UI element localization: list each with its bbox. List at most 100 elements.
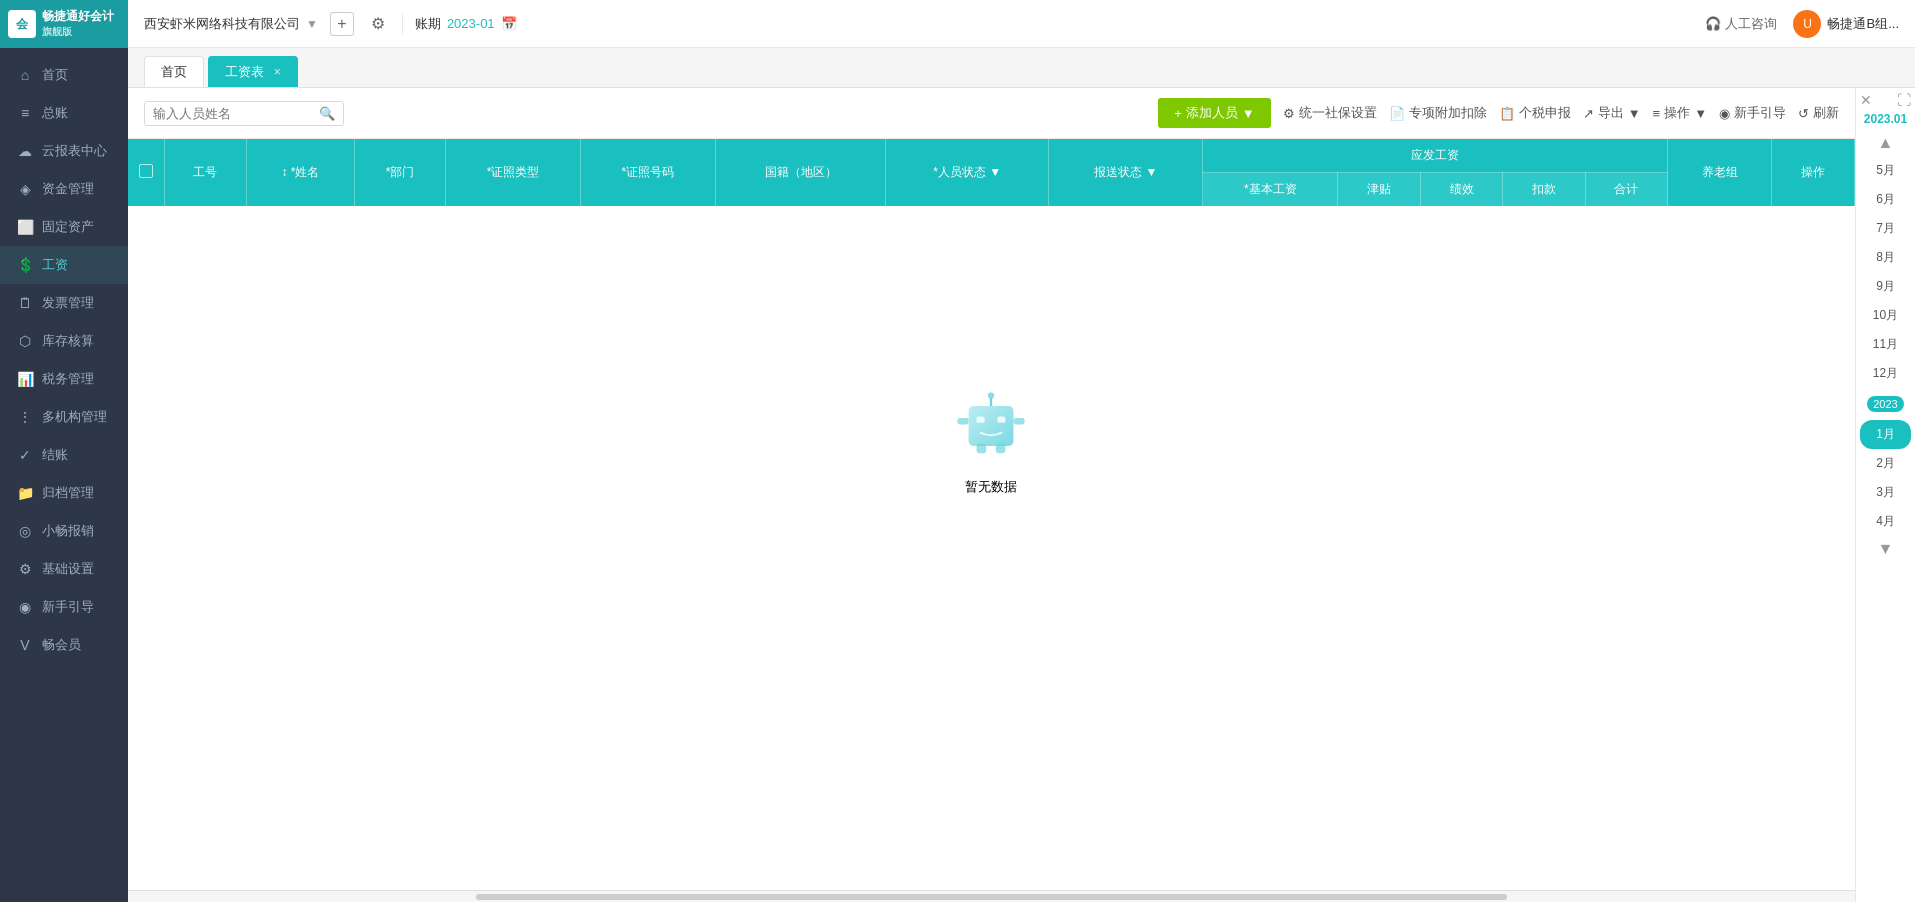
month-2022-05[interactable]: 5月: [1856, 156, 1915, 185]
table-body: 暂无数据: [128, 206, 1855, 676]
empty-illustration: [951, 386, 1031, 466]
add-person-label: 添加人员: [1186, 104, 1238, 122]
logo-title: 畅捷通好会计: [42, 9, 114, 25]
date-nav-down-button[interactable]: ▼: [1874, 536, 1898, 562]
tab-home[interactable]: 首页: [144, 56, 204, 87]
invoice-icon: 🗒: [16, 295, 34, 311]
date-nav-up-button[interactable]: ▲: [1874, 130, 1898, 156]
sidebar-item-fixed-assets[interactable]: ⬜ 固定资产: [0, 208, 128, 246]
add-company-button[interactable]: +: [330, 12, 354, 36]
sidebar-item-closing-label: 结账: [42, 446, 68, 464]
tax-icon: 📊: [16, 371, 34, 387]
avatar: U: [1793, 10, 1821, 38]
user-name: 畅捷通B组...: [1827, 15, 1899, 33]
select-all-checkbox[interactable]: [139, 164, 153, 178]
service-button[interactable]: 🎧 人工咨询: [1705, 15, 1777, 33]
month-2022-08[interactable]: 8月: [1856, 243, 1915, 272]
tab-salary-table[interactable]: 工资表 ×: [208, 56, 298, 87]
svg-rect-0: [969, 406, 1014, 446]
sidebar-logo: 会 畅捷通好会计 旗舰版: [0, 0, 128, 48]
sidebar-item-ledger[interactable]: ≡ 总账: [0, 94, 128, 132]
company-settings-button[interactable]: ⚙: [366, 12, 390, 36]
social-insurance-label: 统一社保设置: [1299, 104, 1377, 122]
topbar-divider: [402, 14, 403, 34]
guide-label: 新手引导: [1734, 104, 1786, 122]
th-employee-id: 工号: [164, 139, 246, 206]
horizontal-scrollbar[interactable]: [128, 890, 1855, 902]
sidebar-item-multi-org[interactable]: ⋮ 多机构管理: [0, 398, 128, 436]
calendar-icon[interactable]: 📅: [501, 16, 517, 31]
sidebar-item-cloud-report[interactable]: ☁ 云报表中心: [0, 132, 128, 170]
page-content: 🔍 + 添加人员 ▼ ⚙ 统一社保设置 📄 专项附加扣除: [128, 88, 1915, 902]
sidebar-item-home[interactable]: ⌂ 首页: [0, 56, 128, 94]
th-actions: 操作: [1772, 139, 1855, 206]
search-input[interactable]: [153, 106, 313, 121]
special-deduction-action[interactable]: 📄 专项附加扣除: [1389, 104, 1487, 122]
month-2022-10[interactable]: 10月: [1856, 301, 1915, 330]
toolbar: 🔍 + 添加人员 ▼ ⚙ 统一社保设置 📄 专项附加扣除: [128, 88, 1855, 139]
sidebar-item-closing[interactable]: ✓ 结账: [0, 436, 128, 474]
search-wrap: 🔍: [144, 101, 344, 126]
expand-panel-button[interactable]: ⛶: [1897, 92, 1911, 108]
salary-icon: 💲: [16, 257, 34, 273]
topbar: 西安虾米网络科技有限公司 ▼ + ⚙ 账期 2023-01 📅 🎧 人工咨询 U…: [128, 0, 1915, 48]
ledger-icon: ≡: [16, 105, 34, 121]
table-container: 工号 ↕ *姓名 *部门 *证照类型 *证照号码 国籍（地区） *人员状态 ▼: [128, 139, 1855, 890]
sidebar: 会 畅捷通好会计 旗舰版 ⌂ 首页 ≡ 总账 ☁ 云报表中心 ◈ 资金管理 ⬜ …: [0, 0, 128, 902]
month-2022-06[interactable]: 6月: [1856, 185, 1915, 214]
guide-icon: ◉: [1719, 106, 1730, 121]
add-person-button[interactable]: + 添加人员 ▼: [1158, 98, 1270, 128]
svg-rect-7: [958, 418, 969, 424]
refresh-action[interactable]: ↺ 刷新: [1798, 104, 1839, 122]
guide-action[interactable]: ◉ 新手引导: [1719, 104, 1786, 122]
operations-label: 操作: [1664, 104, 1690, 122]
th-status[interactable]: *人员状态 ▼: [886, 139, 1049, 206]
sidebar-item-archive[interactable]: 📁 归档管理: [0, 474, 128, 512]
sidebar-item-settings[interactable]: ⚙ 基础设置: [0, 550, 128, 588]
month-2022-09[interactable]: 9月: [1856, 272, 1915, 301]
topbar-right: 🎧 人工咨询 U 畅捷通B组...: [1705, 10, 1899, 38]
th-pension: 养老组: [1668, 139, 1772, 206]
sidebar-item-expense-label: 小畅报销: [42, 522, 94, 540]
sidebar-item-salary[interactable]: 💲 工资: [0, 246, 128, 284]
archive-icon: 📁: [16, 485, 34, 501]
sidebar-item-member[interactable]: V 畅会员: [0, 626, 128, 664]
period-value: 2023-01: [447, 16, 495, 31]
personal-tax-action[interactable]: 📋 个税申报: [1499, 104, 1571, 122]
headset-icon: 🎧: [1705, 16, 1721, 31]
month-2022-12[interactable]: 12月: [1856, 359, 1915, 388]
sidebar-item-tax[interactable]: 📊 税务管理: [0, 360, 128, 398]
cloud-icon: ☁: [16, 143, 34, 159]
tab-close-icon[interactable]: ×: [274, 65, 281, 79]
company-selector[interactable]: 西安虾米网络科技有限公司 ▼: [144, 15, 318, 33]
operations-action[interactable]: ≡ 操作 ▼: [1653, 104, 1707, 122]
inventory-icon: ⬡: [16, 333, 34, 349]
month-2023-03[interactable]: 3月: [1856, 478, 1915, 507]
personal-tax-label: 个税申报: [1519, 104, 1571, 122]
sidebar-item-guide[interactable]: ◉ 新手引导: [0, 588, 128, 626]
month-2023-01[interactable]: 1月: [1860, 420, 1911, 449]
sidebar-item-expense[interactable]: ◎ 小畅报销: [0, 512, 128, 550]
refresh-icon: ↺: [1798, 106, 1809, 121]
month-2022-07[interactable]: 7月: [1856, 214, 1915, 243]
close-panel-button[interactable]: ✕: [1860, 92, 1872, 108]
export-action[interactable]: ↗ 导出 ▼: [1583, 104, 1641, 122]
th-name[interactable]: ↕ *姓名: [246, 139, 354, 206]
month-2023-04[interactable]: 4月: [1856, 507, 1915, 536]
user-menu[interactable]: U 畅捷通B组...: [1793, 10, 1899, 38]
th-performance: 绩效: [1420, 173, 1502, 207]
social-insurance-action[interactable]: ⚙ 统一社保设置: [1283, 104, 1377, 122]
sidebar-item-inventory[interactable]: ⬡ 库存核算: [0, 322, 128, 360]
special-deduction-label: 专项附加扣除: [1409, 104, 1487, 122]
month-2022-11[interactable]: 11月: [1856, 330, 1915, 359]
sidebar-item-tax-label: 税务管理: [42, 370, 94, 388]
th-checkbox[interactable]: [128, 139, 164, 206]
home-icon: ⌂: [16, 67, 34, 83]
sidebar-item-fixed-assets-label: 固定资产: [42, 218, 94, 236]
sidebar-item-member-label: 畅会员: [42, 636, 81, 654]
sidebar-item-invoice[interactable]: 🗒 发票管理: [0, 284, 128, 322]
sidebar-item-funds[interactable]: ◈ 资金管理: [0, 170, 128, 208]
th-report-status[interactable]: 报送状态 ▼: [1049, 139, 1203, 206]
period-label: 账期: [415, 15, 441, 33]
month-2023-02[interactable]: 2月: [1856, 449, 1915, 478]
